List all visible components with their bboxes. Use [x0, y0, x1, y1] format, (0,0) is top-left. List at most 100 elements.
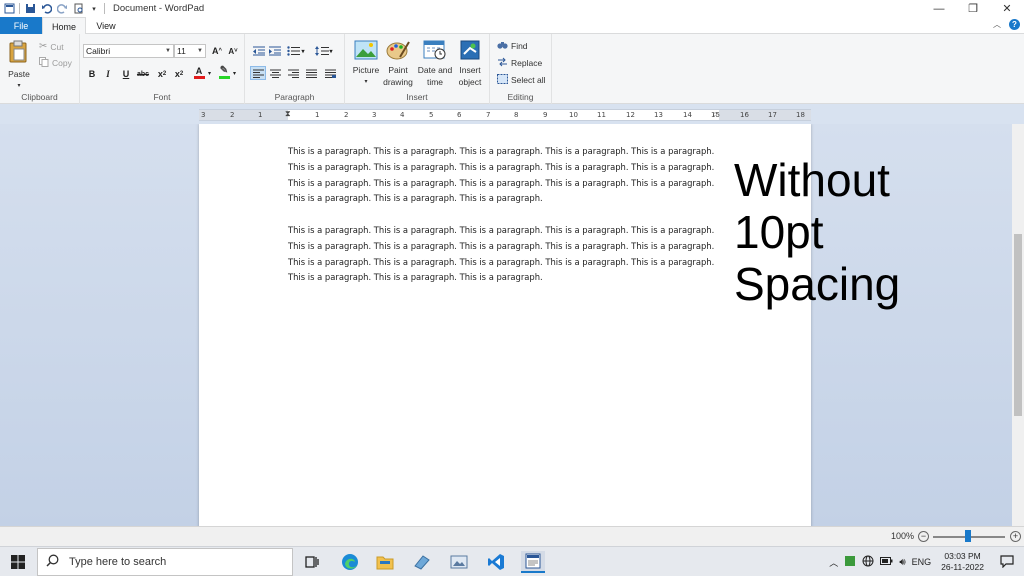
document-page[interactable]: This is a paragraph. This is a paragraph…	[199, 124, 811, 526]
tray-app-icon[interactable]	[844, 555, 856, 569]
paste-button[interactable]: Paste ▾	[8, 40, 30, 92]
chevron-up-icon[interactable]: ︿	[829, 556, 838, 569]
zoom-in-button[interactable]: +	[1010, 531, 1021, 542]
battery-icon[interactable]	[880, 556, 893, 568]
paragraph-settings-button[interactable]	[322, 66, 338, 80]
clipboard-group: Paste ▾ ✂ Cut Copy Clipboard	[0, 34, 80, 104]
highlight-button[interactable]: ✎	[216, 65, 232, 79]
vscode-icon[interactable]	[484, 551, 508, 573]
align-left-icon	[252, 69, 264, 78]
find-button[interactable]: Find	[497, 40, 528, 52]
taskbar: Type here to search ︿ 🔊︎ ENG 03:03 PM 26…	[0, 546, 1024, 576]
subscript-button[interactable]: x2	[154, 67, 170, 81]
document-paragraph[interactable]: This is a paragraph. This is a paragraph…	[288, 223, 720, 286]
scrollbar-thumb[interactable]	[1014, 234, 1022, 416]
customize-qat-icon[interactable]: ▾	[88, 3, 100, 15]
help-icon[interactable]: ?	[1009, 19, 1020, 30]
paste-dropdown-icon: ▾	[17, 83, 21, 89]
clock[interactable]: 03:03 PM 26-11-2022	[937, 551, 988, 573]
increase-indent-button[interactable]	[267, 44, 283, 58]
font-size-select[interactable]: 11 ▼	[174, 44, 206, 58]
volume-icon[interactable]: 🔊︎	[899, 557, 905, 568]
restore-button[interactable]: ❐	[956, 0, 990, 17]
minimize-ribbon-icon[interactable]: ︿	[993, 19, 1001, 30]
redo-icon[interactable]	[56, 3, 68, 15]
start-button[interactable]	[0, 547, 36, 576]
document-paragraph[interactable]: This is a paragraph. This is a paragraph…	[288, 144, 720, 207]
chevron-down-icon[interactable]: ▾	[208, 70, 211, 77]
bullets-button[interactable]: ▾	[285, 44, 307, 58]
align-left-button[interactable]	[250, 66, 266, 80]
italic-button[interactable]: I	[100, 67, 116, 81]
align-center-button[interactable]	[267, 66, 283, 80]
insert-object-button[interactable]: Insert object	[453, 40, 487, 88]
strikethrough-button[interactable]: abc	[135, 67, 151, 81]
zoom-slider-thumb[interactable]	[965, 530, 971, 542]
font-family-select[interactable]: Calibri ▼	[83, 44, 174, 58]
save-icon[interactable]	[24, 3, 36, 15]
paint-palette-icon	[386, 40, 410, 63]
superscript-button[interactable]: x2	[171, 67, 187, 81]
tab-file[interactable]: File	[0, 17, 42, 34]
date-time-button[interactable]: Date and time	[417, 40, 453, 88]
paint-drawing-button[interactable]: Paint drawing	[381, 40, 415, 88]
justify-button[interactable]	[303, 66, 319, 80]
undo-icon[interactable]	[40, 3, 52, 15]
ruler-tick-label: 11	[597, 111, 606, 119]
edge-browser-icon[interactable]	[338, 551, 362, 573]
text-color-button[interactable]: A	[191, 65, 207, 79]
picture-button[interactable]: Picture ▾	[349, 40, 383, 88]
cut-button[interactable]: ✂ Cut	[39, 41, 64, 52]
paint-label-line2: drawing	[383, 77, 413, 87]
select-all-button[interactable]: Select all	[497, 74, 546, 86]
network-globe-icon[interactable]	[862, 555, 874, 569]
font-group: Calibri ▼ 11 ▼ A ^ A ˅ B I U abc x2 x2 A ▾…	[80, 34, 245, 104]
ruler[interactable]: 3 2 1 ⧗ 1 2 3 4 5 6 7 8 9 10 11 12 13 14…	[199, 109, 811, 121]
photos-icon[interactable]	[447, 551, 471, 573]
ruler-tick-label: 2	[230, 111, 235, 119]
copy-icon	[39, 57, 49, 69]
ruler-tick-label: 17	[768, 111, 777, 119]
increase-indent-icon	[269, 46, 281, 56]
indent-marker-icon[interactable]: ⧗	[285, 109, 291, 119]
copy-button[interactable]: Copy	[39, 57, 72, 69]
print-preview-icon[interactable]	[72, 3, 84, 15]
tab-home[interactable]: Home	[42, 17, 86, 35]
picture-icon	[354, 40, 378, 63]
language-indicator[interactable]: ENG	[912, 557, 932, 567]
scissors-icon: ✂	[39, 41, 48, 52]
replace-icon	[497, 57, 508, 69]
insert-object-icon	[458, 40, 482, 63]
ribbon-controls: ︿ ?	[993, 19, 1020, 30]
vertical-scrollbar[interactable]	[1012, 124, 1024, 526]
grow-font-button[interactable]: A ^	[209, 44, 225, 58]
chevron-down-icon[interactable]: ▾	[233, 70, 236, 77]
taskbar-search[interactable]: Type here to search	[37, 548, 293, 576]
title-bar: ▾ Document - WordPad — ❐ ✕	[0, 0, 1024, 17]
quick-access-toolbar: ▾	[0, 3, 105, 15]
task-view-icon[interactable]	[300, 551, 324, 573]
date-time-label-line1: Date and	[417, 64, 453, 75]
clock-time: 03:03 PM	[944, 551, 981, 561]
decrease-indent-button[interactable]	[251, 44, 267, 58]
replace-button[interactable]: Replace	[497, 57, 542, 69]
minimize-button[interactable]: —	[922, 0, 956, 17]
app-icon[interactable]	[410, 551, 434, 573]
underline-button[interactable]: U	[118, 67, 134, 81]
zoom-out-button[interactable]: −	[918, 531, 929, 542]
ruler-tick-label: 16	[740, 111, 749, 119]
ruler-tick-label: 9	[543, 111, 548, 119]
tab-view[interactable]: View	[86, 17, 126, 34]
close-button[interactable]: ✕	[990, 0, 1024, 17]
align-right-button[interactable]	[285, 66, 301, 80]
bold-button[interactable]: B	[84, 67, 100, 81]
shrink-font-button[interactable]: A ˅	[225, 44, 241, 58]
font-size-value: 11	[177, 46, 186, 56]
file-explorer-icon[interactable]	[373, 551, 397, 573]
notifications-icon[interactable]	[994, 554, 1024, 570]
wordpad-app-icon[interactable]	[3, 3, 15, 15]
font-group-label: Font	[153, 92, 171, 102]
line-spacing-button[interactable]: ▾	[313, 44, 335, 58]
wordpad-taskbar-icon[interactable]	[521, 551, 545, 573]
ruler-tick-label: 1	[258, 111, 263, 119]
